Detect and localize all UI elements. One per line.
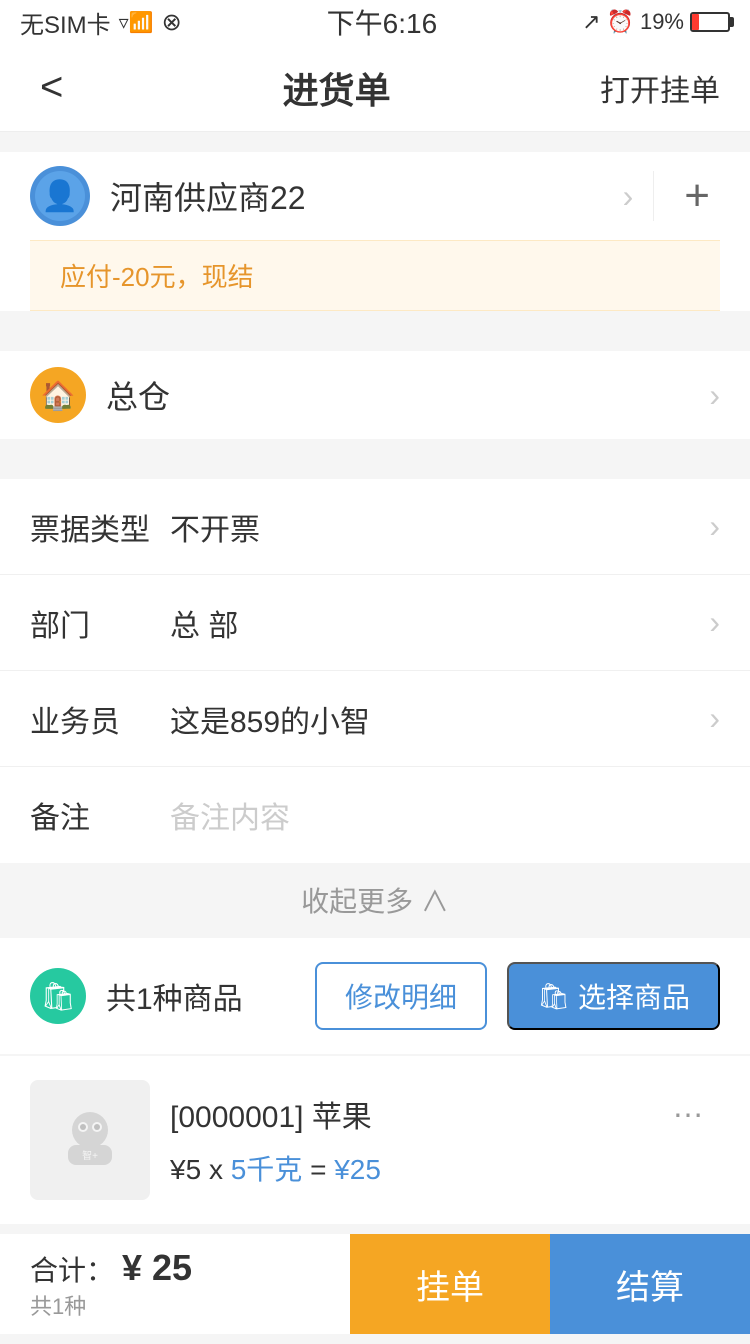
supplier-notice: 应付-20元，现结 — [30, 240, 720, 311]
product-title: 苹果 — [312, 1101, 372, 1134]
add-supplier-button[interactable]: + — [674, 161, 720, 231]
status-time: 下午6:16 — [327, 2, 438, 42]
status-left: 无SIM卡 ▿📶 ⊗ — [20, 5, 182, 40]
product-count-icon: 🛍 — [30, 968, 86, 1024]
status-bar: 无SIM卡 ▿📶 ⊗ 下午6:16 ↗ ⏰ 19% — [0, 0, 750, 44]
remark-row[interactable]: 备注 备注内容 — [0, 767, 750, 863]
invoice-label: 票据类型 — [30, 505, 160, 549]
select-product-label: 选择商品 — [578, 976, 690, 1016]
remark-placeholder: 备注内容 — [160, 793, 720, 837]
product-thumbnail: 智+ — [30, 1080, 150, 1200]
battery-icon — [690, 12, 730, 32]
warehouse-name: 总仓 — [106, 372, 699, 418]
total-price: ¥25 — [334, 1154, 381, 1185]
supplier-row[interactable]: 👤 河南供应商22 › + — [30, 152, 720, 240]
supplier-name: 河南供应商22 — [110, 173, 613, 219]
warehouse-icon: 🏠 — [30, 367, 86, 423]
svg-text:智+: 智+ — [82, 1149, 98, 1162]
salesman-row[interactable]: 业务员 这是859的小智 › — [0, 671, 750, 767]
open-pending-button[interactable]: 打开挂单 — [600, 66, 720, 110]
bag-icon: 🛍 — [40, 980, 76, 1013]
product-price: ¥5 x 5千克 = ¥25 — [170, 1148, 636, 1188]
nav-bar: < 进货单 打开挂单 — [0, 44, 750, 132]
total-label: 合计： — [30, 1249, 114, 1289]
checkout-button[interactable]: 结算 — [550, 1234, 750, 1334]
total-count: 共1种 — [30, 1289, 350, 1321]
dept-value: 总 部 — [160, 601, 699, 645]
invoice-row[interactable]: 票据类型 不开票 › — [0, 479, 750, 575]
dept-label: 部门 — [30, 601, 160, 645]
back-button[interactable]: < — [30, 55, 73, 120]
warehouse-chevron-icon: › — [709, 377, 720, 414]
product-name: [0000001] 苹果 — [170, 1092, 636, 1136]
salesman-chevron-icon: › — [709, 700, 720, 737]
supplier-chevron-icon: › — [623, 178, 634, 215]
total-section: 合计： ¥ 25 共1种 — [0, 1234, 350, 1334]
remark-label: 备注 — [30, 793, 160, 837]
supplier-section: 👤 河南供应商22 › + 应付-20元，现结 — [0, 152, 750, 311]
owl-placeholder-icon: 智+ — [50, 1100, 130, 1180]
product-code: [0000001] — [170, 1101, 303, 1134]
bottom-bar: 合计： ¥ 25 共1种 挂单 结算 — [0, 1234, 750, 1334]
modify-detail-button[interactable]: 修改明细 — [315, 962, 487, 1030]
warehouse-row[interactable]: 🏠 总仓 › — [30, 351, 720, 439]
product-item: 智+ [0000001] 苹果 ¥5 x 5千克 = ¥25 … — [0, 1056, 750, 1224]
main-content: 👤 河南供应商22 › + 应付-20元，现结 🏠 总仓 › 票据类型 不开票 … — [0, 132, 750, 1344]
invoice-value: 不开票 — [160, 505, 699, 549]
price-multiply: x — [209, 1154, 231, 1185]
invoice-chevron-icon: › — [709, 508, 720, 545]
house-icon: 🏠 — [41, 379, 76, 412]
wifi-signal: ⊗ — [162, 8, 182, 37]
unit-price: ¥5 — [170, 1154, 201, 1185]
product-more-button[interactable]: … — [656, 1080, 720, 1133]
salesman-label: 业务员 — [30, 697, 160, 741]
total-amount: ¥ 25 — [122, 1247, 192, 1289]
quantity: 5千克 — [231, 1154, 303, 1185]
warehouse-section: 🏠 总仓 › — [0, 351, 750, 439]
salesman-value: 这是859的小智 — [160, 697, 699, 741]
select-product-icon: 🛍 — [537, 981, 570, 1012]
supplier-avatar: 👤 — [30, 166, 90, 226]
status-right: ↗ ⏰ 19% — [582, 9, 730, 35]
dept-row[interactable]: 部门 总 部 › — [0, 575, 750, 671]
battery-percent: 19% — [640, 9, 684, 35]
alarm-icon: ⏰ — [607, 9, 634, 35]
collapse-bar[interactable]: 收起更多 ∧ — [0, 864, 750, 936]
select-product-button[interactable]: 🛍 选择商品 — [507, 962, 720, 1030]
location-icon: ↗ — [582, 9, 600, 35]
product-header: 🛍 共1种商品 修改明细 🛍 选择商品 — [0, 938, 750, 1054]
wifi-icon: ▿📶 — [119, 10, 154, 35]
vertical-divider — [653, 171, 654, 221]
dept-chevron-icon: › — [709, 604, 720, 641]
hang-button[interactable]: 挂单 — [350, 1234, 550, 1334]
product-count-text: 共1种商品 — [106, 974, 295, 1018]
price-equals: = — [310, 1154, 334, 1185]
person-icon: 👤 — [41, 179, 78, 214]
product-info: [0000001] 苹果 ¥5 x 5千克 = ¥25 — [170, 1092, 636, 1188]
carrier-text: 无SIM卡 — [20, 5, 111, 40]
form-section: 票据类型 不开票 › 部门 总 部 › 业务员 这是859的小智 › 备注 备注… — [0, 479, 750, 863]
page-title: 进货单 — [283, 62, 391, 114]
